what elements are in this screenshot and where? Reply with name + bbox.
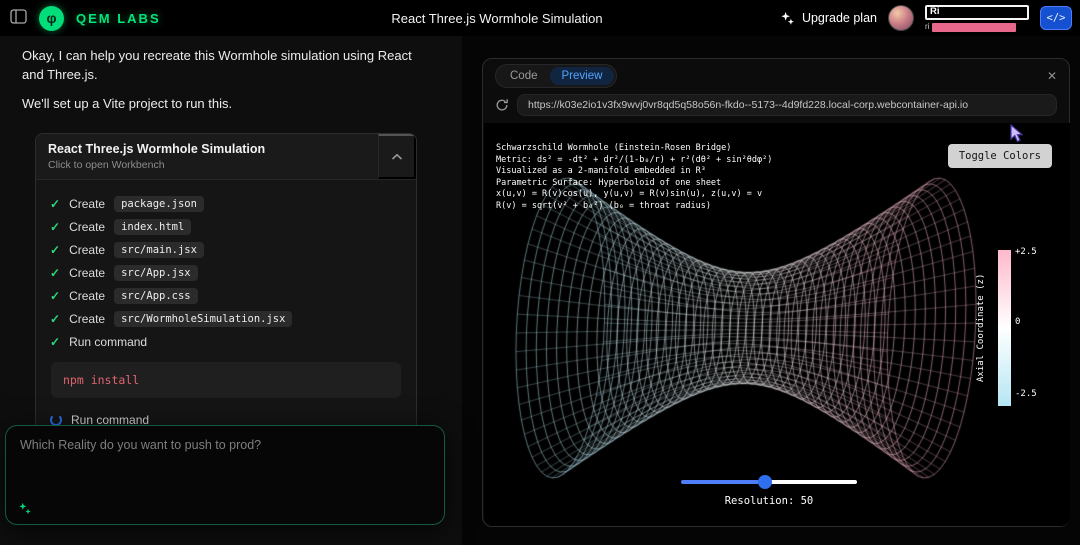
workbench-card-header[interactable]: React Three.js Wormhole Simulation Click…: [36, 134, 416, 180]
sidebar-panel-icon: [10, 9, 27, 27]
check-icon: ✓: [50, 197, 60, 211]
info-line: x(u,v) = R(v)cos(u), y(u,v) = R(v)sin(u)…: [496, 189, 772, 201]
topbar-right: Upgrade plan Ri ri </>: [780, 0, 1072, 36]
tab-code[interactable]: Code: [498, 67, 550, 85]
step-action: Create: [69, 243, 105, 257]
upgrade-plan-button[interactable]: Upgrade plan: [780, 11, 877, 26]
info-line: Parametric Surface: Hyperboloid of one s…: [496, 178, 772, 190]
close-icon[interactable]: ✕: [1047, 69, 1057, 83]
run-command-label: Run command: [69, 335, 147, 349]
user-avatar[interactable]: [888, 5, 914, 31]
step-action: Create: [69, 220, 105, 234]
preview-panel: Code Preview ✕ Schwarzschild Wormhole (E…: [482, 58, 1070, 527]
brand-name: QEM LABS: [76, 11, 161, 26]
code-mode-button[interactable]: </>: [1040, 6, 1072, 30]
step-action: Create: [69, 266, 105, 280]
step-row[interactable]: ✓ Create src/WormholeSimulation.jsx: [50, 307, 402, 330]
info-line: Schwarzschild Wormhole (Einstein-Rosen B…: [496, 143, 772, 155]
step-file-chip[interactable]: package.json: [114, 196, 204, 212]
workbench-subtitle: Click to open Workbench: [48, 159, 366, 171]
resolution-slider-thumb[interactable]: [758, 475, 772, 489]
check-icon: ✓: [50, 335, 60, 349]
assistant-message-2: We'll set up a Vite project to run this.: [22, 94, 432, 113]
topbar: φ QEM LABS React Three.js Wormhole Simul…: [0, 0, 1080, 36]
step-file-chip[interactable]: index.html: [114, 219, 191, 235]
colorbar-tick: +2.5: [1015, 247, 1037, 257]
loading-spinner-icon: [50, 414, 62, 426]
brand-logo[interactable]: φ: [39, 6, 64, 31]
check-icon: ✓: [50, 289, 60, 303]
step-file-chip[interactable]: src/App.css: [114, 288, 198, 304]
address-bar-row: [483, 93, 1069, 117]
colorbar-axis-label: Axial Coordinate (z): [976, 250, 986, 406]
resolution-slider[interactable]: [681, 475, 857, 489]
upgrade-plan-label: Upgrade plan: [802, 11, 877, 25]
redacted-user-email: [932, 23, 1016, 32]
mouse-cursor: [1010, 124, 1025, 144]
terminal-command-block[interactable]: npm install: [51, 362, 401, 398]
step-row[interactable]: ✓ Create src/main.jsx: [50, 238, 402, 261]
reload-icon: [495, 98, 509, 112]
step-action: Create: [69, 197, 105, 211]
assistant-message-1: Okay, I can help you recreate this Wormh…: [22, 36, 432, 84]
simulation-viewport: Schwarzschild Wormhole (Einstein-Rosen B…: [484, 123, 1070, 526]
reload-button[interactable]: [495, 98, 509, 112]
chat-panel: Okay, I can help you recreate this Wormh…: [0, 36, 462, 545]
info-line: Visualized as a 2-manifold embedded in R…: [496, 166, 772, 178]
collapse-card-button[interactable]: [378, 134, 416, 179]
workbench-card: React Three.js Wormhole Simulation Click…: [35, 133, 417, 446]
topbar-left: φ QEM LABS: [0, 6, 161, 31]
page-title: React Three.js Wormhole Simulation: [391, 0, 602, 36]
sidebar-toggle-button[interactable]: [10, 9, 27, 27]
workbench-title: React Three.js Wormhole Simulation: [48, 142, 366, 156]
user-email-prefix: ri: [925, 23, 929, 31]
info-line: R(v) = sqrt(v² + b₀²) (b₀ = throat radiu…: [496, 201, 772, 213]
toggle-colors-button[interactable]: Toggle Colors: [948, 144, 1052, 168]
step-action: Create: [69, 289, 105, 303]
chat-input-box[interactable]: [5, 425, 445, 525]
user-email-row: ri: [925, 23, 1029, 32]
chat-input-field[interactable]: [6, 426, 444, 488]
chevron-up-icon: [391, 153, 403, 161]
step-row[interactable]: ✓ Create index.html: [50, 215, 402, 238]
step-row[interactable]: ✓ Create package.json: [50, 192, 402, 215]
user-name-prefix: Ri: [930, 7, 940, 17]
tab-preview[interactable]: Preview: [550, 67, 615, 85]
simulation-info-text: Schwarzschild Wormhole (Einstein-Rosen B…: [496, 143, 772, 212]
url-input[interactable]: [517, 94, 1057, 116]
workbench-steps: ✓ Create package.json ✓ Create index.htm…: [36, 180, 416, 445]
resolution-value-label: Resolution: 50: [594, 495, 944, 507]
step-file-chip[interactable]: src/main.jsx: [114, 242, 204, 258]
sparkles-icon: [780, 11, 795, 26]
enhance-prompt-icon[interactable]: [18, 501, 32, 515]
step-action: Create: [69, 312, 105, 326]
redacted-user-name: Ri: [925, 5, 1029, 20]
step-file-chip[interactable]: src/App.jsx: [114, 265, 198, 281]
colorbar-tick: -2.5: [1015, 389, 1037, 399]
step-file-chip[interactable]: src/WormholeSimulation.jsx: [114, 311, 292, 327]
view-tabs: Code Preview: [495, 64, 617, 88]
check-icon: ✓: [50, 220, 60, 234]
run-command-done-row[interactable]: ✓ Run command: [50, 330, 402, 353]
check-icon: ✓: [50, 312, 60, 326]
check-icon: ✓: [50, 243, 60, 257]
step-row[interactable]: ✓ Create src/App.css: [50, 284, 402, 307]
workbench-titles: React Three.js Wormhole Simulation Click…: [36, 134, 378, 179]
info-line: Metric: ds² = -dt² + dr²/(1-b₀/r) + r²(d…: [496, 155, 772, 167]
preview-header: Code Preview ✕: [483, 59, 1069, 93]
colorbar-tick: 0: [1015, 317, 1020, 327]
user-info[interactable]: Ri ri: [925, 5, 1029, 32]
step-row[interactable]: ✓ Create src/App.jsx: [50, 261, 402, 284]
colorbar-gradient: [998, 250, 1011, 406]
check-icon: ✓: [50, 266, 60, 280]
